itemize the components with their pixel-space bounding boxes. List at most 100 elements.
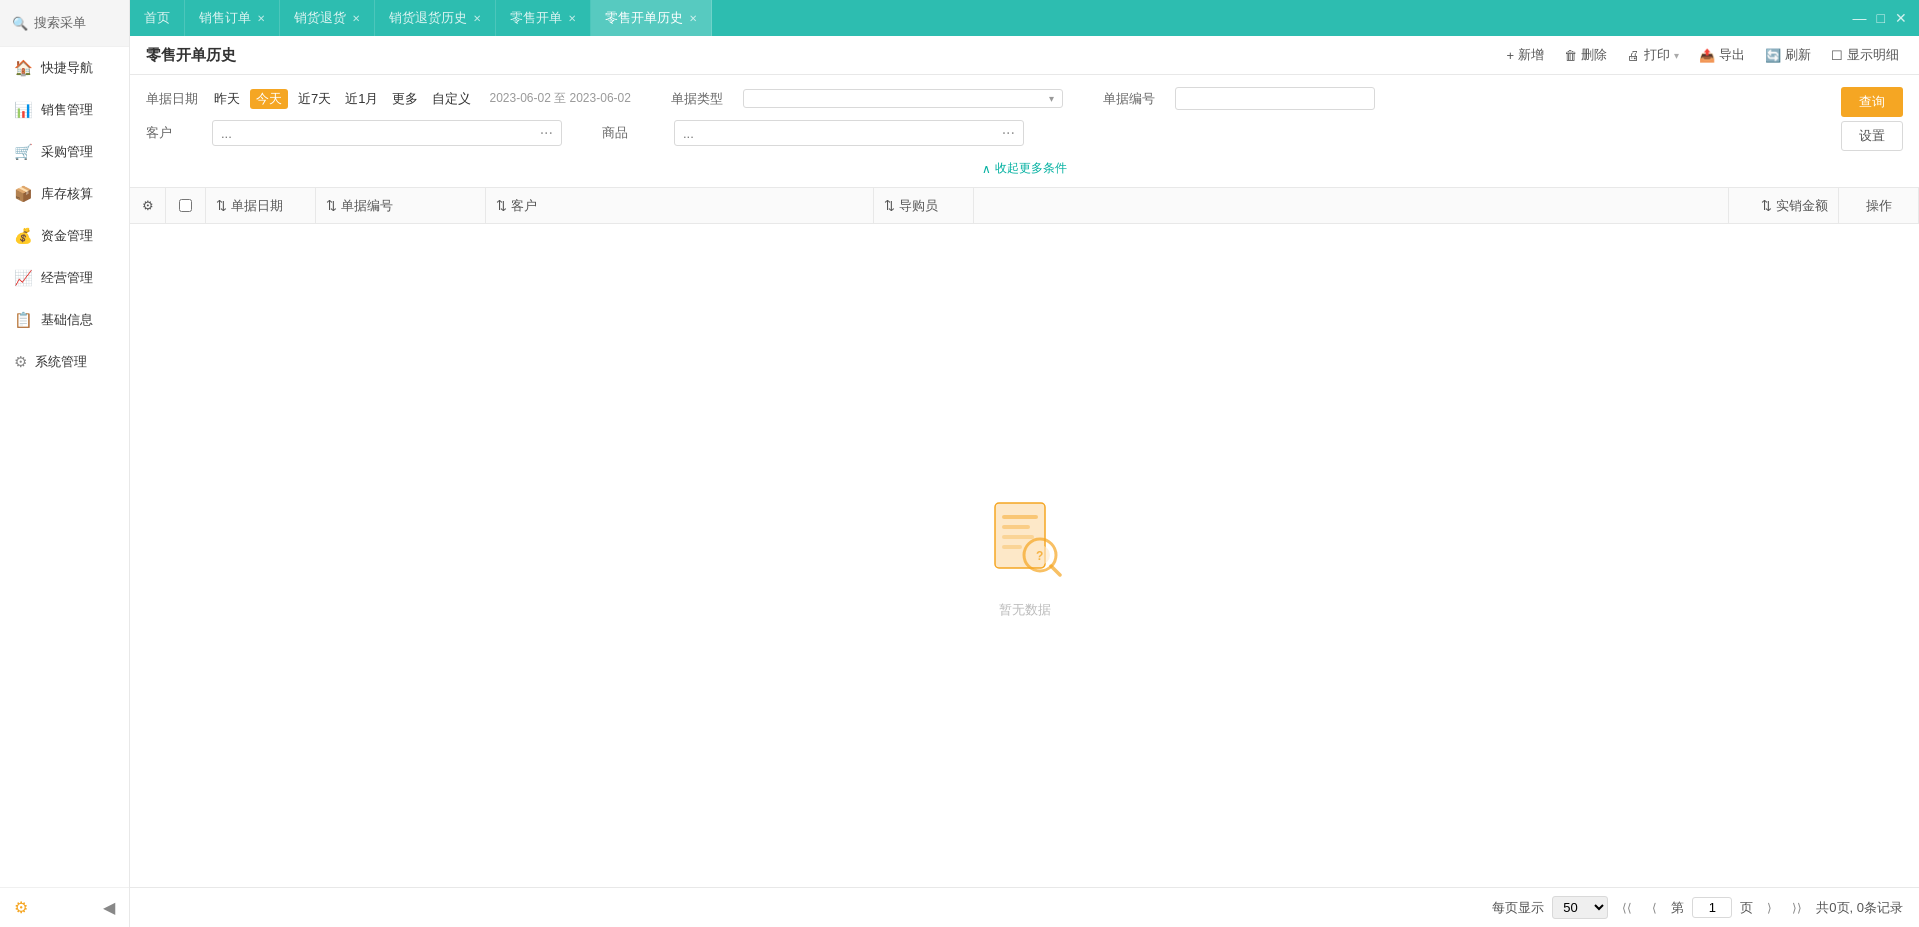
search-menu-item[interactable]: 🔍 搜索采单: [0, 0, 129, 47]
page-prefix: 第: [1671, 899, 1684, 917]
sidebar: 🔍 搜索采单 🏠 快捷导航 📊 销售管理 🛒 采购管理 📦 库存核算 💰 资金管…: [0, 0, 130, 927]
customer-dots-icon[interactable]: ···: [540, 124, 553, 142]
query-buttons: 查询 设置: [1841, 87, 1903, 151]
sort-amount-icon[interactable]: ⇅: [1761, 198, 1772, 213]
add-label: 新增: [1518, 46, 1544, 64]
minimize-btn[interactable]: —: [1853, 10, 1867, 26]
last-page-btn[interactable]: ⟩⟩: [1786, 899, 1808, 917]
ops-icon: 📈: [14, 269, 33, 287]
tab-retail-open-history-label: 零售开单历史: [605, 9, 683, 27]
display-detail-icon: ☐: [1831, 48, 1843, 63]
sidebar-item-sales-mgmt[interactable]: 📊 销售管理: [0, 89, 129, 131]
display-detail-label: 显示明细: [1847, 46, 1899, 64]
date-opt-last7[interactable]: 近7天: [294, 89, 335, 109]
svg-rect-2: [1002, 525, 1030, 529]
th-action-label: 操作: [1866, 197, 1892, 215]
th-checkbox[interactable]: [166, 188, 206, 223]
page-size-label: 每页显示: [1492, 899, 1544, 917]
filter-row-2: 客户 ··· 商品 ···: [146, 120, 1821, 146]
query-button[interactable]: 查询: [1841, 87, 1903, 117]
svg-line-7: [1051, 566, 1060, 575]
money-icon: 💰: [14, 227, 33, 245]
product-input[interactable]: [683, 126, 1002, 141]
delete-icon: 🗑: [1564, 48, 1577, 63]
sort-guide-icon[interactable]: ⇅: [884, 198, 895, 213]
sidebar-item-label: 采购管理: [41, 143, 93, 161]
refresh-button[interactable]: 🔄 刷新: [1761, 44, 1815, 66]
sort-num-icon[interactable]: ⇅: [326, 198, 337, 213]
tab-sales-return-history[interactable]: 销货退货历史 ✕: [375, 0, 496, 36]
th-settings[interactable]: ⚙: [130, 188, 166, 223]
sidebar-item-sys-mgmt[interactable]: ⚙ 系统管理: [0, 341, 129, 383]
filter-settings-button[interactable]: 设置: [1841, 121, 1903, 151]
tab-sales-return-close[interactable]: ✕: [352, 13, 360, 24]
customer-input[interactable]: [221, 126, 540, 141]
next-page-btn[interactable]: ⟩: [1761, 899, 1778, 917]
sidebar-item-purchase-mgmt[interactable]: 🛒 采购管理: [0, 131, 129, 173]
date-opt-more[interactable]: 更多: [388, 89, 422, 109]
refresh-label: 刷新: [1785, 46, 1811, 64]
date-opt-yesterday[interactable]: 昨天: [210, 89, 244, 109]
doc-type-arrow-icon: ▾: [1049, 93, 1054, 104]
sidebar-item-operations[interactable]: 📈 经营管理: [0, 257, 129, 299]
page-num-input[interactable]: [1692, 897, 1732, 918]
print-dropdown-icon[interactable]: ▾: [1674, 50, 1679, 61]
sidebar-item-finance[interactable]: 💰 资金管理: [0, 215, 129, 257]
collapse-bar[interactable]: ∧ 收起更多条件: [146, 156, 1903, 179]
tab-sales-return-history-close[interactable]: ✕: [473, 13, 481, 24]
display-detail-button[interactable]: ☐ 显示明细: [1827, 44, 1903, 66]
doc-type-select[interactable]: ▾: [743, 89, 1063, 108]
th-num-label: 单据编号: [341, 197, 393, 215]
prev-page-btn[interactable]: ⟨: [1646, 899, 1663, 917]
settings-footer-icon[interactable]: ⚙: [14, 898, 28, 917]
maximize-btn[interactable]: □: [1877, 10, 1885, 26]
toolbar: 零售开单历史 + 新增 🗑 删除 🖨 打印 ▾ 📤 导出: [130, 36, 1919, 75]
th-action: 操作: [1839, 188, 1919, 223]
sidebar-item-label: 快捷导航: [41, 59, 93, 77]
delete-button[interactable]: 🗑 删除: [1560, 44, 1611, 66]
tab-retail-open[interactable]: 零售开单 ✕: [496, 0, 591, 36]
date-opt-custom[interactable]: 自定义: [428, 89, 475, 109]
settings-col-icon[interactable]: ⚙: [142, 198, 154, 213]
date-opt-last1month[interactable]: 近1月: [341, 89, 382, 109]
print-icon: 🖨: [1627, 48, 1640, 63]
page-area: 零售开单历史 + 新增 🗑 删除 🖨 打印 ▾ 📤 导出: [130, 36, 1919, 927]
sidebar-footer: ⚙ ◀: [0, 887, 129, 927]
table-header: ⚙ ⇅ 单据日期 ⇅ 单据编号 ⇅ 客户 ⇅: [130, 188, 1919, 224]
sidebar-nav: 🏠 快捷导航 📊 销售管理 🛒 采购管理 📦 库存核算 💰 资金管理 📈 经营管…: [0, 47, 129, 887]
collapse-sidebar-icon[interactable]: ◀: [103, 898, 115, 917]
page-size-select[interactable]: 20 50 100 200: [1552, 896, 1608, 919]
tab-retail-open-close[interactable]: ✕: [568, 13, 576, 24]
doc-num-input-wrap: [1175, 87, 1375, 110]
date-opt-today[interactable]: 今天: [250, 89, 288, 109]
total-text: 共0页, 0条记录: [1816, 899, 1903, 917]
add-button[interactable]: + 新增: [1502, 44, 1548, 66]
tab-sales-order[interactable]: 销售订单 ✕: [185, 0, 280, 36]
sidebar-item-basic-info[interactable]: 📋 基础信息: [0, 299, 129, 341]
date-filter-label: 单据日期: [146, 90, 206, 108]
date-options: 昨天 今天 近7天 近1月 更多 自定义 2023-06-02 至 2023-0…: [210, 89, 631, 109]
tab-sales-order-label: 销售订单: [199, 9, 251, 27]
filter-area: 单据日期 昨天 今天 近7天 近1月 更多 自定义 2023-06-02 至 2…: [130, 75, 1919, 188]
tab-sales-order-close[interactable]: ✕: [257, 13, 265, 24]
product-dots-icon[interactable]: ···: [1002, 124, 1015, 142]
select-all-checkbox[interactable]: [179, 199, 192, 212]
tab-retail-open-history[interactable]: 零售开单历史 ✕: [591, 0, 712, 36]
sort-date-icon[interactable]: ⇅: [216, 198, 227, 213]
tab-home[interactable]: 首页: [130, 0, 185, 36]
doc-num-input[interactable]: [1184, 91, 1366, 106]
th-date: ⇅ 单据日期: [206, 188, 316, 223]
sidebar-item-inventory[interactable]: 📦 库存核算: [0, 173, 129, 215]
sidebar-item-label: 销售管理: [41, 101, 93, 119]
sort-customer-icon[interactable]: ⇅: [496, 198, 507, 213]
export-button[interactable]: 📤 导出: [1695, 44, 1749, 66]
sidebar-item-quick-nav[interactable]: 🏠 快捷导航: [0, 47, 129, 89]
close-btn[interactable]: ✕: [1895, 10, 1907, 26]
tab-retail-open-history-close[interactable]: ✕: [689, 13, 697, 24]
first-page-btn[interactable]: ⟨⟨: [1616, 899, 1638, 917]
tab-sales-return[interactable]: 销货退货 ✕: [280, 0, 375, 36]
sidebar-item-label: 库存核算: [41, 185, 93, 203]
th-num: ⇅ 单据编号: [316, 188, 486, 223]
empty-illustration: ?: [975, 493, 1075, 593]
print-button[interactable]: 🖨 打印 ▾: [1623, 44, 1683, 66]
